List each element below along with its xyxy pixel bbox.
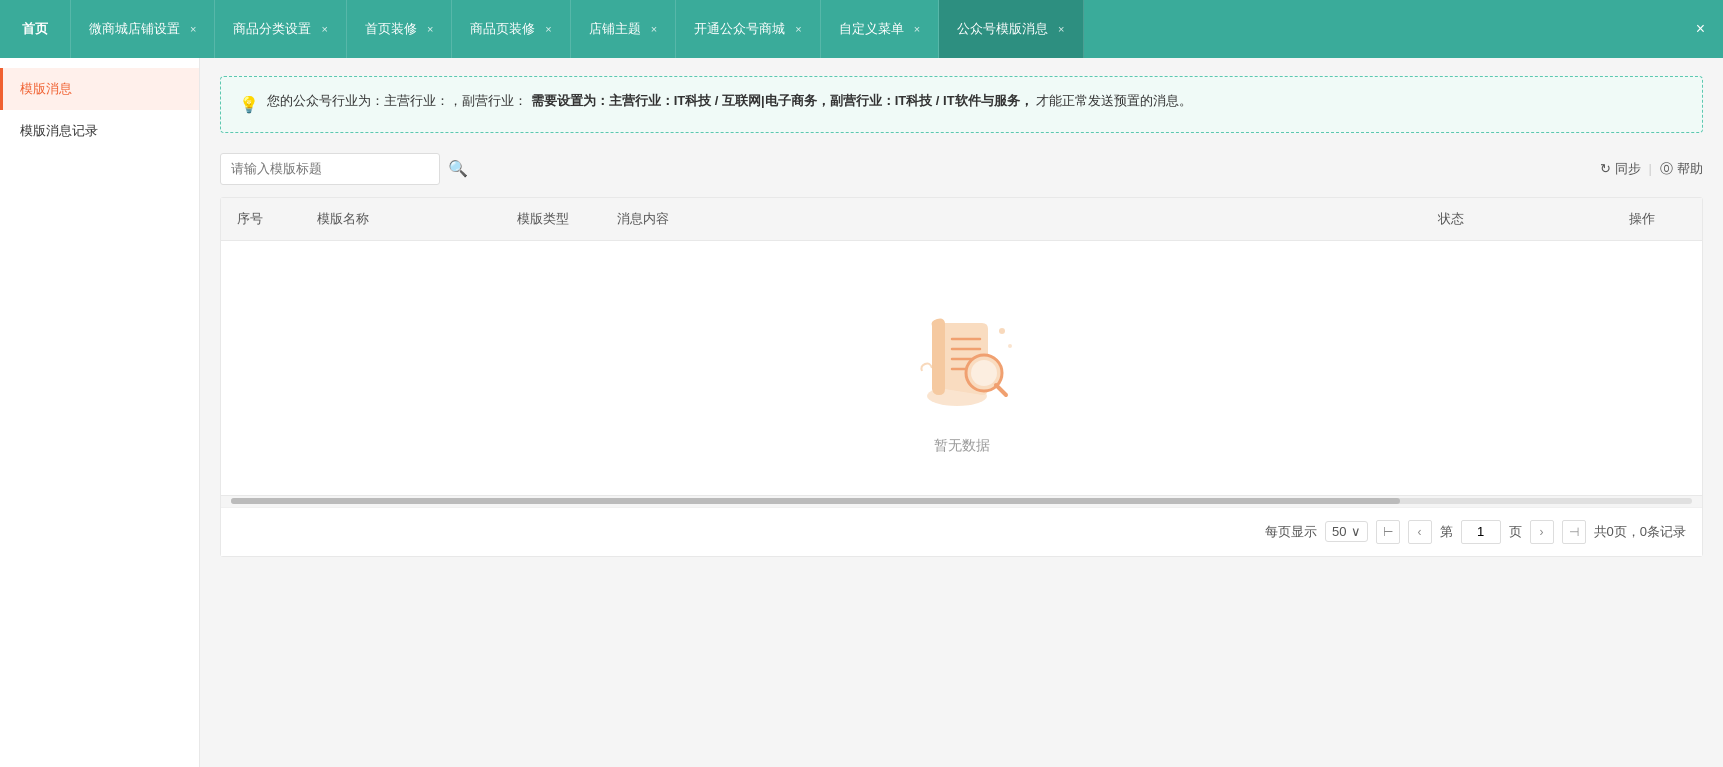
close-open-mall-icon[interactable]: × xyxy=(795,23,801,35)
th-action: 操作 xyxy=(1582,198,1702,240)
notice-text-after: 才能正常发送预置的消息。 xyxy=(1036,93,1192,108)
sync-icon: ↻ xyxy=(1600,161,1611,176)
data-table: 序号 模版名称 模版类型 消息内容 状态 操作 xyxy=(220,197,1703,557)
search-button[interactable]: 🔍 xyxy=(448,159,468,178)
help-button[interactable]: ⓪ 帮助 xyxy=(1660,160,1703,178)
empty-icon xyxy=(902,301,1022,421)
tab-template-msg-label: 公众号模版消息 xyxy=(957,20,1048,38)
search-input[interactable] xyxy=(220,153,440,185)
tab-product-category-label: 商品分类设置 xyxy=(233,20,311,38)
svg-line-7 xyxy=(996,385,1006,395)
close-all-tabs-button[interactable]: × xyxy=(1678,0,1723,58)
tab-home[interactable]: 首页 xyxy=(0,0,71,58)
search-icon: 🔍 xyxy=(448,160,468,177)
table-header: 序号 模版名称 模版类型 消息内容 状态 操作 xyxy=(221,198,1702,241)
th-content: 消息内容 xyxy=(601,198,1422,240)
th-name: 模版名称 xyxy=(301,198,501,240)
tab-shop-theme[interactable]: 店铺主题 × xyxy=(571,0,676,58)
page-size-select[interactable]: 50 ∨ xyxy=(1325,521,1367,542)
sidebar-item-template-msg-record[interactable]: 模版消息记录 xyxy=(0,110,199,152)
current-page-input[interactable] xyxy=(1461,520,1501,544)
sidebar-item-template-msg-label: 模版消息 xyxy=(20,81,72,96)
close-product-decorate-icon[interactable]: × xyxy=(545,23,551,35)
page-total: 共0页，0条记录 xyxy=(1594,523,1686,541)
horizontal-scrollbar[interactable] xyxy=(221,495,1702,507)
tab-wshop-settings-label: 微商城店铺设置 xyxy=(89,20,180,38)
divider: | xyxy=(1649,161,1652,176)
tab-custom-menu-label: 自定义菜单 xyxy=(839,20,904,38)
tab-shop-theme-label: 店铺主题 xyxy=(589,20,641,38)
th-status: 状态 xyxy=(1422,198,1582,240)
search-right: ↻ 同步 | ⓪ 帮助 xyxy=(1600,160,1703,178)
notice-highlight: 需要设置为：主营行业：IT科技 / 互联网|电子商务，副营行业：IT科技 / I… xyxy=(531,93,1033,108)
tab-product-decorate[interactable]: 商品页装修 × xyxy=(452,0,570,58)
sync-label: 同步 xyxy=(1615,160,1641,178)
first-page-button[interactable]: ⊢ xyxy=(1376,520,1400,544)
page-size-value: 50 xyxy=(1332,524,1346,539)
tab-product-category[interactable]: 商品分类设置 × xyxy=(215,0,346,58)
tab-product-decorate-label: 商品页装修 xyxy=(470,20,535,38)
tab-wshop-settings[interactable]: 微商城店铺设置 × xyxy=(71,0,215,58)
topbar: 首页 微商城店铺设置 × 商品分类设置 × 首页装修 × 商品页装修 × 店铺主… xyxy=(0,0,1723,58)
svg-point-6 xyxy=(971,360,997,386)
tab-open-mall[interactable]: 开通公众号商城 × xyxy=(676,0,820,58)
close-product-category-icon[interactable]: × xyxy=(321,23,327,35)
sync-button[interactable]: ↻ 同步 xyxy=(1600,160,1641,178)
scroll-thumb xyxy=(231,498,1400,504)
sidebar: 模版消息 模版消息记录 xyxy=(0,58,200,767)
close-custom-menu-icon[interactable]: × xyxy=(914,23,920,35)
close-home-decorate-icon[interactable]: × xyxy=(427,23,433,35)
help-label: 帮助 xyxy=(1677,160,1703,178)
tab-home-label: 首页 xyxy=(22,20,48,38)
pagination: 每页显示 50 ∨ ⊢ ‹ 第 页 › ⊣ 共0页，0条记录 xyxy=(221,507,1702,556)
prev-page-button[interactable]: ‹ xyxy=(1408,520,1432,544)
search-left: 🔍 xyxy=(220,153,468,185)
empty-text: 暂无数据 xyxy=(934,437,990,455)
tab-home-decorate[interactable]: 首页装修 × xyxy=(347,0,452,58)
close-wshop-settings-icon[interactable]: × xyxy=(190,23,196,35)
help-icon: ⓪ xyxy=(1660,160,1673,178)
notice-text-before: 您的公众号行业为：主营行业：，副营行业： xyxy=(267,93,527,108)
bulb-icon: 💡 xyxy=(239,92,259,118)
close-shop-theme-icon[interactable]: × xyxy=(651,23,657,35)
empty-state: 暂无数据 xyxy=(221,241,1702,495)
svg-point-9 xyxy=(1008,344,1012,348)
page-prefix: 第 xyxy=(1440,523,1453,541)
last-page-button[interactable]: ⊣ xyxy=(1562,520,1586,544)
tab-open-mall-label: 开通公众号商城 xyxy=(694,20,785,38)
close-template-msg-icon[interactable]: × xyxy=(1058,23,1064,35)
notice-text: 您的公众号行业为：主营行业：，副营行业： 需要设置为：主营行业：IT科技 / 互… xyxy=(267,91,1192,112)
page-size-label: 每页显示 xyxy=(1265,523,1317,541)
tab-home-decorate-label: 首页装修 xyxy=(365,20,417,38)
notice-box: 💡 您的公众号行业为：主营行业：，副营行业： 需要设置为：主营行业：IT科技 /… xyxy=(220,76,1703,133)
chevron-down-icon: ∨ xyxy=(1351,524,1361,539)
sidebar-item-template-msg-record-label: 模版消息记录 xyxy=(20,123,98,138)
tab-template-msg[interactable]: 公众号模版消息 × xyxy=(939,0,1083,58)
main-layout: 模版消息 模版消息记录 💡 您的公众号行业为：主营行业：，副营行业： 需要设置为… xyxy=(0,58,1723,767)
sidebar-item-template-msg[interactable]: 模版消息 xyxy=(0,68,199,110)
svg-point-8 xyxy=(999,328,1005,334)
th-seq: 序号 xyxy=(221,198,301,240)
tab-custom-menu[interactable]: 自定义菜单 × xyxy=(821,0,939,58)
th-type: 模版类型 xyxy=(501,198,601,240)
scroll-track xyxy=(231,498,1692,504)
main-content: 💡 您的公众号行业为：主营行业：，副营行业： 需要设置为：主营行业：IT科技 /… xyxy=(200,58,1723,767)
search-bar: 🔍 ↻ 同步 | ⓪ 帮助 xyxy=(220,153,1703,185)
next-page-button[interactable]: › xyxy=(1530,520,1554,544)
close-all-icon: × xyxy=(1696,20,1705,38)
page-unit: 页 xyxy=(1509,523,1522,541)
